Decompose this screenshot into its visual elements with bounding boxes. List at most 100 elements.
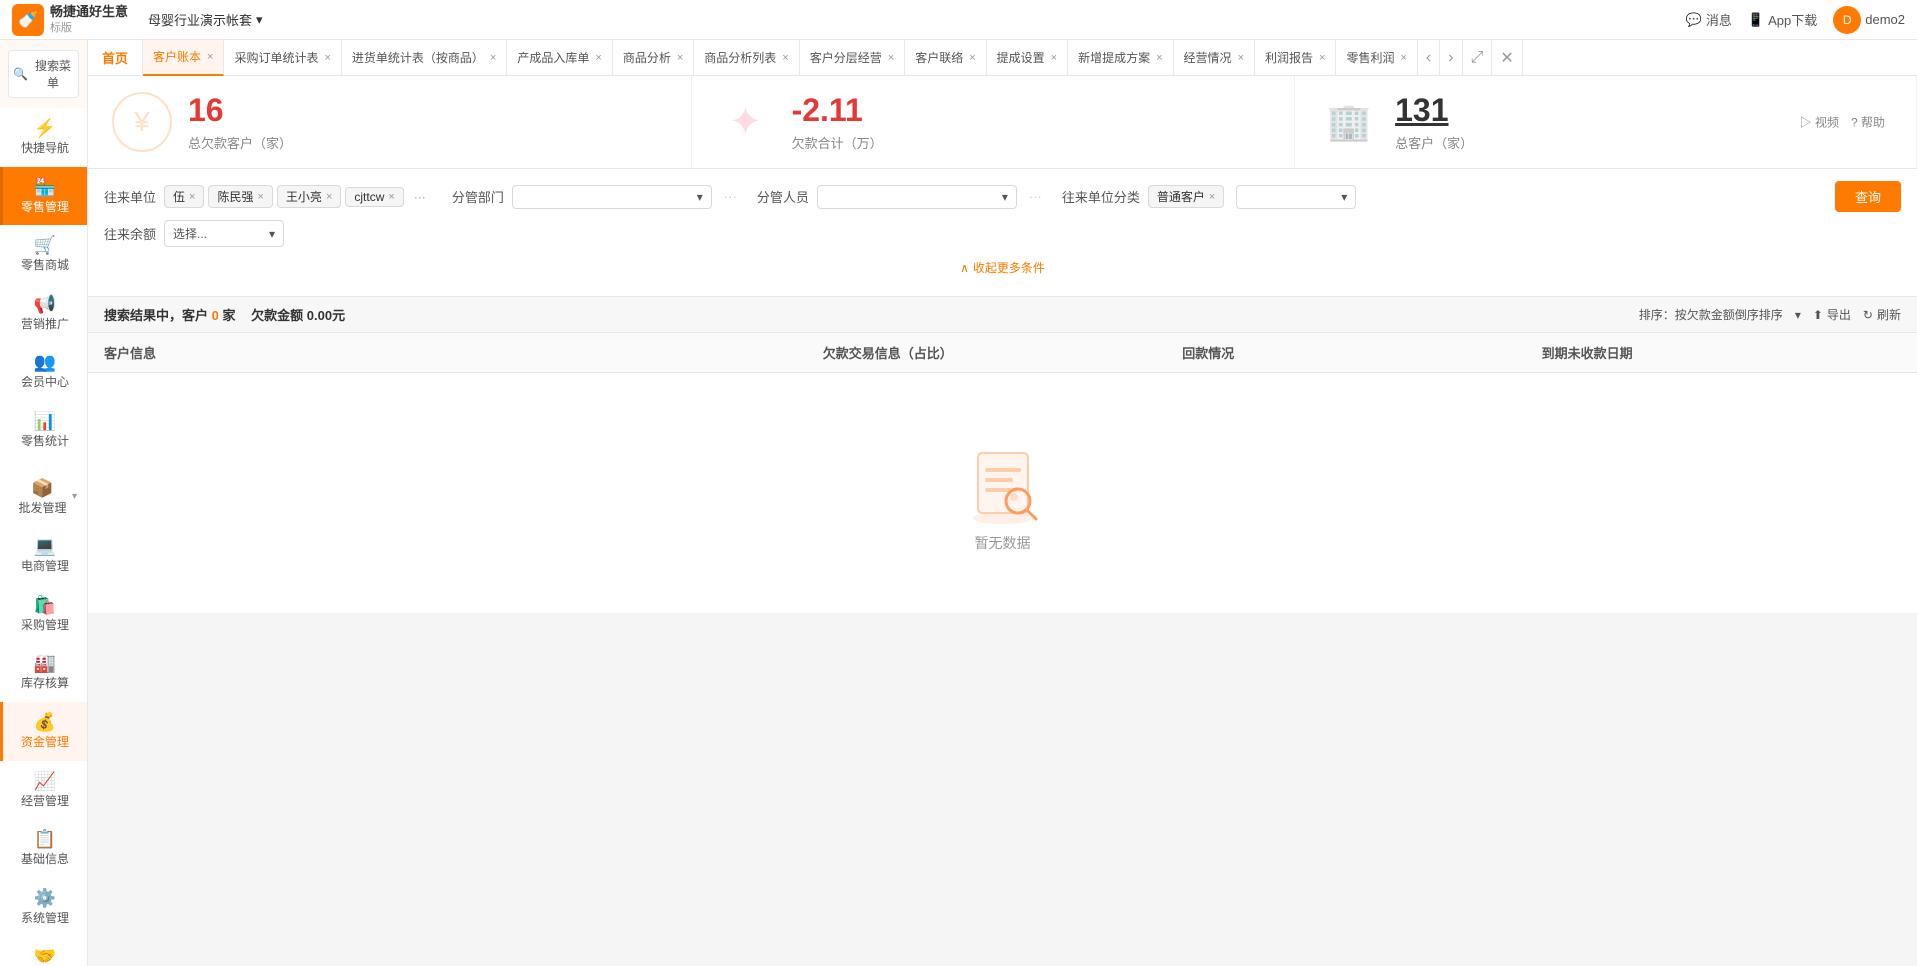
tab-product-analysis-list[interactable]: 商品分析列表 × — [694, 40, 799, 76]
partner-tags-more-btn[interactable]: ··· — [408, 188, 432, 206]
message-btn[interactable]: 💬 消息 — [1686, 10, 1732, 29]
tab-add-commission-plan[interactable]: 新增提成方案 × — [1068, 40, 1173, 76]
tab-customer-segment[interactable]: 客户分层经营 × — [800, 40, 905, 76]
sidebar-item-system[interactable]: ⚙️ 系统管理 — [0, 878, 87, 937]
tab-profit-report[interactable]: 利润报告 × — [1255, 40, 1336, 76]
partner-tag-cjttcw-remove[interactable]: × — [388, 191, 394, 203]
tab-customer-ledger[interactable]: 客户账本 × — [143, 40, 224, 76]
stats-bar-actions: ▷ 视频 ? 帮助 — [1784, 114, 1901, 131]
tab-customer-contact-close[interactable]: × — [969, 52, 975, 64]
sidebar-item-quick-nav[interactable]: ⚡ 快捷导航 — [0, 108, 87, 167]
sidebar-item-operations[interactable]: 📈 经营管理 — [0, 761, 87, 820]
tab-customer-segment-close[interactable]: × — [888, 52, 894, 64]
system-label: 系统管理 — [21, 911, 69, 927]
tab-commission-settings-close[interactable]: × — [1051, 52, 1057, 64]
logo-sub: 标版 — [50, 19, 128, 35]
person-select[interactable]: ▾ — [817, 185, 1017, 209]
wholesale-icon: 📦 — [31, 478, 53, 499]
balance-select-arrow: ▾ — [269, 227, 275, 241]
search-menu-label: 搜索菜单 — [32, 57, 74, 91]
tab-customer-contact[interactable]: 客户联络 × — [905, 40, 986, 76]
sidebar-item-retail-stats[interactable]: 📊 零售统计 — [0, 401, 87, 460]
stat-value-debt: -2.11 — [792, 92, 883, 129]
app-download-icon: 📱 — [1748, 12, 1764, 28]
partner-tag-cjttcw: cjttcw × — [345, 187, 403, 207]
refresh-btn[interactable]: ↻ 刷新 — [1863, 306, 1901, 323]
partner-tag-cjttcw-text: cjttcw — [354, 190, 384, 204]
stat-bg-shape-3: 🏢 — [1319, 92, 1379, 152]
balance-select[interactable]: 选择... ▾ — [164, 220, 284, 247]
partner-tag-wu-remove[interactable]: × — [189, 191, 195, 203]
partner-tag-chen-remove[interactable]: × — [257, 191, 263, 203]
sidebar-item-enterprise[interactable]: 🤝 企业协同 — [0, 936, 87, 966]
sidebar-item-wholesale[interactable]: 📦 批发管理 ▾ — [0, 468, 87, 527]
user-profile[interactable]: D demo2 — [1833, 6, 1905, 34]
tab-add-commission-plan-close[interactable]: × — [1156, 52, 1162, 64]
tab-scroll-right[interactable]: › — [1440, 40, 1462, 76]
tab-product-analysis-close[interactable]: × — [677, 52, 683, 64]
tab-commission-settings[interactable]: 提成设置 × — [987, 40, 1068, 76]
sidebar-item-marketing[interactable]: 📢 营销推广 — [0, 284, 87, 343]
members-label: 会员中心 — [21, 375, 69, 391]
tab-product-inbound[interactable]: 产成品入库单 × — [507, 40, 612, 76]
sidebar-item-retail-shop[interactable]: 🛒 零售商城 — [0, 225, 87, 284]
operations-icon: 📈 — [34, 771, 56, 792]
sidebar-item-finance[interactable]: 💰 资金管理 — [0, 702, 87, 761]
collapse-filters-btn[interactable]: ∧ 收起更多条件 — [104, 255, 1901, 280]
tab-product-analysis-list-close[interactable]: × — [782, 52, 788, 64]
result-customer-unit: 家 — [223, 308, 236, 323]
search-menu-button[interactable]: 🔍 搜索菜单 — [8, 50, 79, 98]
empty-svg — [953, 433, 1053, 533]
tab-retail-profit-close[interactable]: × — [1400, 52, 1406, 64]
filter-area: 往来单位 伍 × 陈民强 × 王小亮 × — [88, 169, 1917, 297]
sidebar-item-ecommerce[interactable]: 💻 电商管理 — [0, 526, 87, 585]
sidebar-item-purchase[interactable]: 🛍️ 采购管理 — [0, 585, 87, 644]
export-btn[interactable]: ⬆ 导出 — [1813, 306, 1851, 323]
tab-scroll-left[interactable]: ‹ — [1418, 40, 1440, 76]
tab-business-status[interactable]: 经营情况 × — [1174, 40, 1255, 76]
store-selector[interactable]: 母婴行业演示帐套 ▾ — [148, 10, 263, 29]
stat-bg-circle-1: ¥ — [112, 92, 172, 152]
tab-home[interactable]: 首页 — [88, 40, 143, 76]
stats-bar: ¥ 16 总欠款客户（家） ✦ -2.11 欠款合计（万） — [88, 76, 1917, 169]
query-button[interactable]: 查询 — [1835, 181, 1901, 212]
tab-purchase-order-stats[interactable]: 采购订单统计表 × — [224, 40, 341, 76]
purchase-label: 采购管理 — [21, 618, 69, 634]
sort-label: 排序：按欠款金额倒序排序 — [1639, 306, 1783, 323]
stat-label-debt: 欠款合计（万） — [792, 133, 883, 152]
classification-select[interactable]: ▾ — [1236, 185, 1356, 209]
tab-product-analysis[interactable]: 商品分析 × — [613, 40, 694, 76]
filter-row-1: 往来单位 伍 × 陈民强 × 王小亮 × — [104, 181, 1901, 212]
enterprise-icon: 🤝 — [34, 946, 56, 966]
sidebar-item-inventory[interactable]: 🏭 库存核算 — [0, 643, 87, 702]
tab-close-all[interactable]: ✕ — [1492, 40, 1522, 76]
sidebar-item-basic-info[interactable]: 📋 基础信息 — [0, 819, 87, 878]
tab-inbound-stats-close[interactable]: × — [490, 52, 496, 64]
stat-item-debt: ✦ -2.11 欠款合计（万） — [692, 76, 1296, 168]
help-btn[interactable]: ? 帮助 — [1851, 114, 1885, 131]
tab-profit-report-close[interactable]: × — [1319, 52, 1325, 64]
classification-tag-normal-remove[interactable]: × — [1209, 191, 1215, 203]
retail-stats-label: 零售统计 — [21, 434, 69, 450]
sidebar-item-members[interactable]: 👥 会员中心 — [0, 342, 87, 401]
app-download-btn[interactable]: 📱 App下载 — [1748, 10, 1817, 29]
tab-business-status-close[interactable]: × — [1238, 52, 1244, 64]
result-customer-count: 0 — [212, 308, 219, 323]
collapse-up-icon: ∧ — [960, 261, 969, 275]
dept-select[interactable]: ▾ — [512, 185, 712, 209]
partner-tag-chen-text: 陈民强 — [217, 188, 253, 205]
tab-purchase-order-stats-close[interactable]: × — [324, 52, 330, 64]
tab-product-inbound-close[interactable]: × — [595, 52, 601, 64]
sidebar-item-retail-mgmt[interactable]: 🏪 零售管理 — [0, 167, 87, 226]
sort-arrow-icon[interactable]: ▾ — [1795, 308, 1801, 322]
marketing-label: 营销推广 — [21, 317, 69, 333]
tab-inbound-stats[interactable]: 进货单统计表（按商品） × — [342, 40, 507, 76]
result-actions: 排序：按欠款金额倒序排序 ▾ ⬆ 导出 ↻ 刷新 — [1639, 306, 1901, 323]
result-amount-prefix: 欠款金额 — [251, 308, 303, 323]
tab-customer-ledger-close[interactable]: × — [207, 51, 213, 63]
tab-retail-profit[interactable]: 零售利润 × — [1336, 40, 1417, 76]
tab-fullscreen[interactable]: ⤢ — [1463, 40, 1493, 76]
video-btn[interactable]: ▷ 视频 — [1800, 114, 1839, 131]
partner-tag-wang-remove[interactable]: × — [326, 191, 332, 203]
balance-label: 往来余额 — [104, 224, 156, 243]
